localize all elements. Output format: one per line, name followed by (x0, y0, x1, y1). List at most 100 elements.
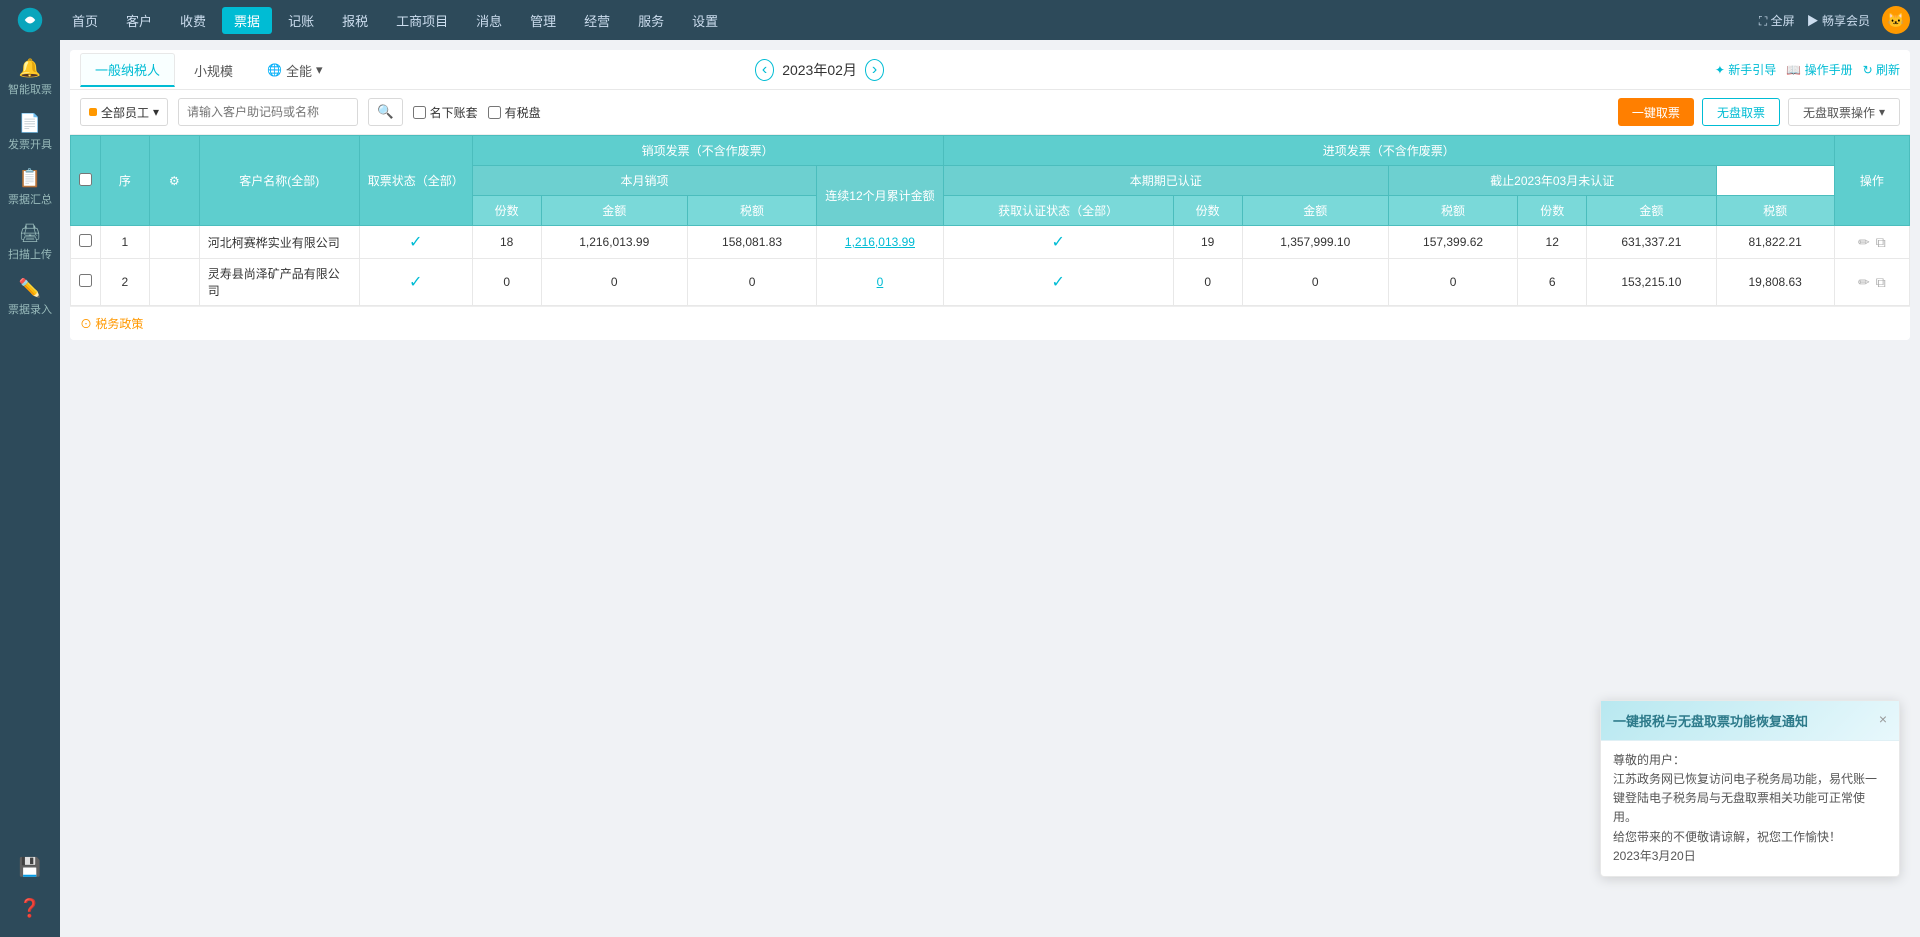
select-all-checkbox[interactable] (79, 173, 92, 186)
col-uncert-copies: 份数 (1518, 196, 1587, 226)
footer-bar: ⊙ 税务政策 (70, 306, 1910, 340)
account-set-checkbox[interactable] (413, 106, 426, 119)
notification-header: 一键报税与无盘取票功能恢复通知 × (1601, 701, 1899, 741)
invoice-entry-icon: ✏️ (19, 278, 41, 299)
row-checkbox[interactable] (79, 234, 92, 247)
filter-bar: 全部员工 ▾ 🔍 名下账套 有税盘 一键取票 无盘取票 无盘取票操作 ▾ (70, 90, 1910, 135)
row-period-amount: 0 (1242, 259, 1388, 306)
month-nav: ‹ 2023年02月 › (755, 59, 884, 81)
col-period-tax: 税额 (1388, 196, 1517, 226)
row-period-copies: 0 (1173, 259, 1242, 306)
account-set-checkbox-label[interactable]: 名下账套 (413, 104, 478, 121)
col-period-amount: 金额 (1242, 196, 1388, 226)
nav-home[interactable]: 首页 (60, 7, 110, 34)
prev-month-button[interactable]: ‹ (755, 59, 774, 81)
nav-fee[interactable]: 收费 (168, 7, 218, 34)
left-sidebar: 🔔 智能取票 📄 发票开具 📋 票据汇总 🖨 扫描上传 ✏️ 票据录入 💾 ❓ (0, 40, 60, 937)
one-click-pickup-button[interactable]: 一键取票 (1618, 98, 1694, 126)
no-disk-ops-button[interactable]: 无盘取票操作 ▾ (1788, 98, 1900, 126)
nav-bookkeeping[interactable]: 记账 (276, 7, 326, 34)
notification-body: 尊敬的用户： 江苏政务网已恢复访问电子税务局功能，易代账一键登陆电子税务局与无盘… (1601, 741, 1899, 876)
fullscreen-button[interactable]: ⛶ 全屏 (1759, 12, 1795, 29)
col-sales-copies: 份数 (472, 196, 541, 226)
row-pickup-status: ✓ (359, 259, 472, 306)
col-sales-tax: 税额 (687, 196, 816, 226)
employee-select[interactable]: 全部员工 ▾ (80, 98, 168, 126)
tab-small-scale[interactable]: 小规模 (179, 54, 248, 86)
col-customer-name: 客户名称(全部) (199, 136, 359, 226)
sidebar-item-smart-pickup[interactable]: 🔔 智能取票 (0, 50, 60, 105)
nav-operation[interactable]: 经营 (572, 7, 622, 34)
scan-upload-icon: 🖨 (19, 223, 42, 244)
nav-settings[interactable]: 设置 (680, 7, 730, 34)
tab-general-taxpayer[interactable]: 一般纳税人 (80, 53, 175, 87)
copy-icon[interactable]: ⧉ (1876, 274, 1886, 291)
invoice-table-container: 序 ⚙ 客户名称(全部) 取票状态（全部） 销项发票（不含作废票） 进项发票（不… (70, 135, 1910, 306)
ops-dropdown-icon: ▾ (1879, 105, 1885, 119)
row-sales-tax: 0 (687, 259, 816, 306)
table-row: 2 灵寿县尚泽矿产品有限公司 ✓ 0 0 0 0 ✓ 0 0 0 6 153,2… (71, 259, 1910, 306)
tax-policy-link[interactable]: ⊙ 税务政策 (80, 317, 143, 331)
row-pickup-status: ✓ (359, 226, 472, 259)
row-cert-status: ✓ (943, 226, 1173, 259)
col-action-header: 操作 (1834, 136, 1909, 226)
sidebar-item-invoice-issue[interactable]: 📄 发票开具 (0, 105, 60, 160)
row-checkbox[interactable] (79, 274, 92, 287)
tab-bar-right: ✦ 新手引导 📖 操作手册 ↻ 刷新 (1715, 61, 1900, 78)
next-month-button[interactable]: › (865, 59, 884, 81)
col-subgroup-period-certified: 本期期已认证 (943, 166, 1388, 196)
sidebar-item-help[interactable]: ❓ (15, 890, 45, 927)
edit-icon[interactable]: ✏ (1858, 274, 1870, 291)
nav-invoice[interactable]: 票据 (222, 7, 272, 34)
nav-tax[interactable]: 报税 (330, 7, 380, 34)
col-subgroup-monthly-sales: 本月销项 (472, 166, 817, 196)
nav-manage[interactable]: 管理 (518, 7, 568, 34)
member-button[interactable]: ▶ 畅享会员 (1807, 12, 1870, 29)
col-group-purchase: 进项发票（不含作废票） (943, 136, 1834, 166)
col-checkbox (71, 136, 101, 226)
tab-all[interactable]: 🌐 全能 ▾ (252, 54, 338, 86)
nav-message[interactable]: 消息 (464, 7, 514, 34)
copy-icon[interactable]: ⧉ (1876, 234, 1886, 251)
no-disk-pickup-button[interactable]: 无盘取票 (1702, 98, 1780, 126)
sidebar-label-invoice-entry: 票据录入 (8, 301, 52, 317)
sidebar-item-invoice-summary[interactable]: 📋 票据汇总 (0, 160, 60, 215)
sidebar-label-invoice-issue: 发票开具 (8, 136, 52, 152)
sidebar-item-invoice-entry[interactable]: ✏️ 票据录入 (0, 270, 60, 325)
tax-disk-checkbox-label[interactable]: 有税盘 (488, 104, 541, 121)
row-customer: 灵寿县尚泽矿产品有限公司 (199, 259, 359, 306)
tax-disk-checkbox[interactable] (488, 106, 501, 119)
row-uncert-tax: 19,808.63 (1716, 259, 1834, 306)
row-uncert-copies: 12 (1518, 226, 1587, 259)
row-actions: ✏ ⧉ (1834, 226, 1909, 259)
filter-bar-right: 一键取票 无盘取票 无盘取票操作 ▾ (1618, 98, 1900, 126)
table-row: 1 河北柯赛桦实业有限公司 ✓ 18 1,216,013.99 158,081.… (71, 226, 1910, 259)
sidebar-item-scan-upload[interactable]: 🖨 扫描上传 (0, 215, 60, 270)
main-nav-items: 首页 客户 收费 票据 记账 报税 工商项目 消息 管理 经营 服务 设置 (60, 7, 1759, 34)
user-avatar[interactable]: 🐱 (1882, 6, 1910, 34)
nav-service[interactable]: 服务 (626, 7, 676, 34)
row-sales-amount: 1,216,013.99 (541, 226, 687, 259)
row-period-tax: 157,399.62 (1388, 226, 1517, 259)
col-subgroup-uncertified: 截止2023年03月未认证 (1388, 166, 1716, 196)
nav-customer[interactable]: 客户 (114, 7, 164, 34)
tab-all-label: 全能 (286, 61, 312, 80)
edit-icon[interactable]: ✏ (1858, 234, 1870, 251)
employee-select-dropdown-icon: ▾ (153, 105, 159, 119)
col-pickup-status: 取票状态（全部） (359, 136, 472, 226)
customer-search-input[interactable] (178, 98, 358, 126)
notification-close-button[interactable]: × (1879, 711, 1887, 727)
row-period-tax: 0 (1388, 259, 1517, 306)
notification-title: 一键报税与无盘取票功能恢复通知 (1613, 711, 1808, 730)
row-uncert-amount: 153,215.10 (1587, 259, 1716, 306)
search-button[interactable]: 🔍 (368, 98, 403, 126)
manual-button[interactable]: 📖 操作手册 (1786, 61, 1852, 78)
new-guide-button[interactable]: ✦ 新手引导 (1715, 61, 1776, 78)
refresh-button[interactable]: ↻ 刷新 (1863, 61, 1900, 78)
employee-select-label: 全部员工 (101, 104, 149, 121)
sidebar-label-invoice-summary: 票据汇总 (8, 191, 52, 207)
row-empty (149, 259, 199, 306)
sidebar-item-download[interactable]: 💾 (15, 849, 45, 886)
smart-pickup-icon: 🔔 (19, 58, 41, 79)
nav-business[interactable]: 工商项目 (384, 7, 460, 34)
